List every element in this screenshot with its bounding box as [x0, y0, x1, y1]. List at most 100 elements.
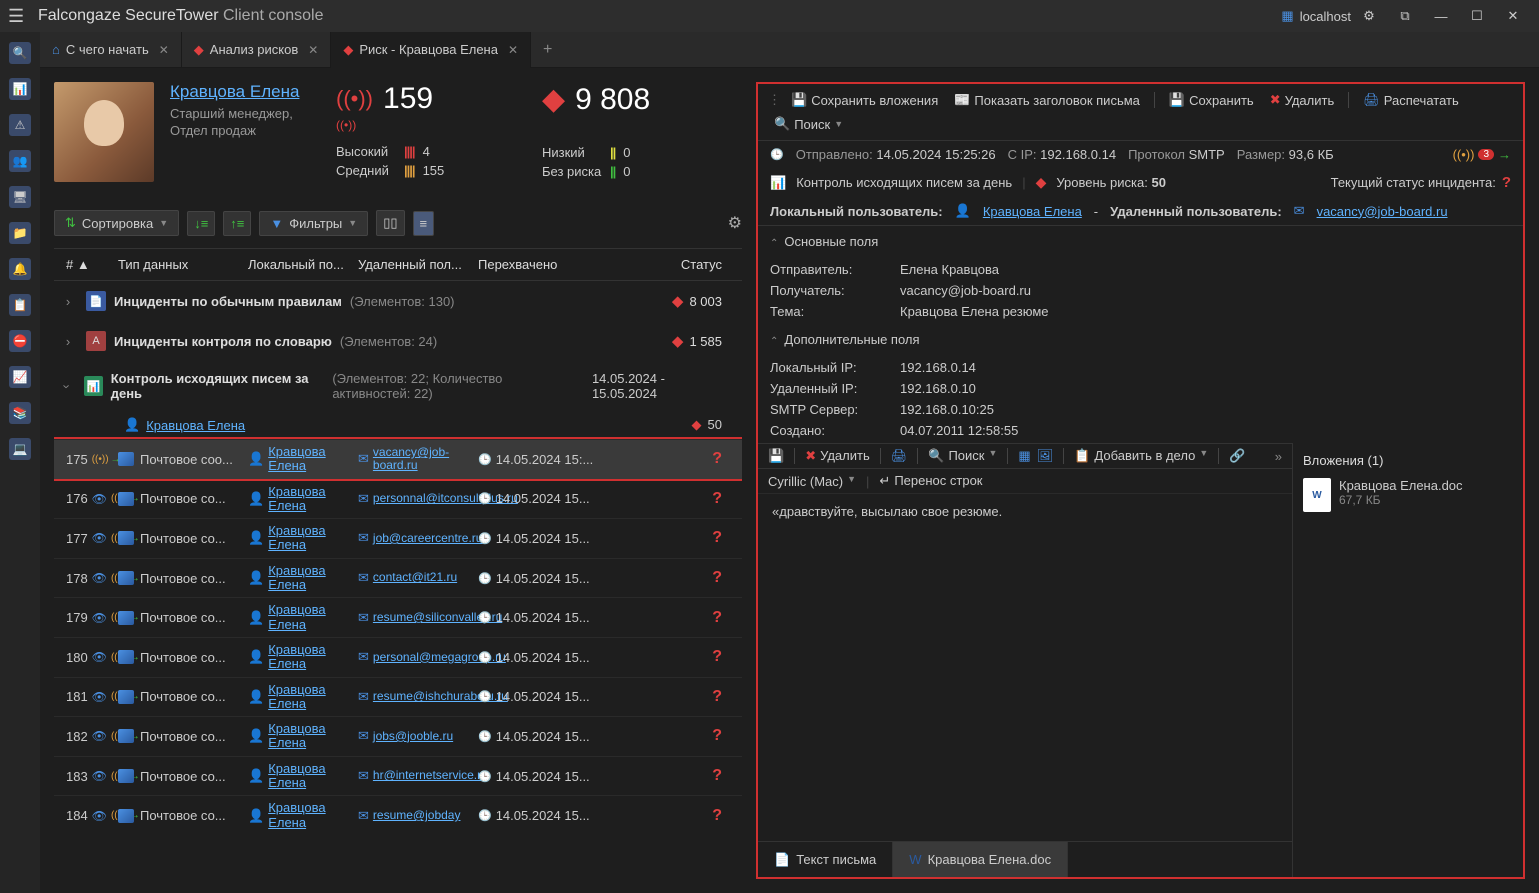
col-local[interactable]: Локальный по...: [248, 257, 358, 272]
save-icon[interactable]: 💾: [768, 448, 784, 464]
table-row[interactable]: 179👁((•))→Почтовое со...👤Кравцова Елена✉…: [54, 597, 742, 637]
section-toggle[interactable]: ⌃Дополнительные поля: [770, 328, 1511, 351]
tab-attachment[interactable]: WКравцова Елена.doc: [893, 842, 1068, 877]
view-list-button[interactable]: ≡: [413, 211, 435, 236]
rail-icon-3[interactable]: ⚠: [9, 114, 31, 136]
row-status-icon[interactable]: ?: [598, 688, 738, 706]
group-row[interactable]: › A Инциденты контроля по словарю (Элеме…: [54, 321, 742, 361]
section-toggle[interactable]: ⌃Основные поля: [770, 230, 1511, 253]
expand-icon[interactable]: ›: [58, 294, 78, 309]
table-row[interactable]: 177👁((•))→Почтовое со...👤Кравцова Елена✉…: [54, 518, 742, 558]
forward-icon[interactable]: →: [1498, 147, 1511, 162]
minimize-icon[interactable]: —: [1423, 9, 1459, 24]
table-row[interactable]: 175((•))→Почтовое соо...👤Кравцова Елена✉…: [54, 439, 742, 479]
menu-icon[interactable]: ☰: [8, 6, 32, 27]
remote-link[interactable]: job@careercentre.ru: [373, 532, 483, 545]
local-user-link[interactable]: Кравцова Елена: [268, 683, 358, 712]
group-row[interactable]: › 📊 Контроль исходящих писем за день (Эл…: [54, 361, 742, 411]
sort-button[interactable]: ⇅Сортировка▼: [54, 210, 179, 236]
delete-button[interactable]: ✖Удалить: [1264, 90, 1341, 110]
search-button[interactable]: 🔍Поиск▼: [768, 114, 849, 134]
col-date[interactable]: Перехвачено: [478, 257, 598, 272]
maximize-icon[interactable]: ☐: [1459, 8, 1495, 24]
sort-asc-button[interactable]: ↓≡: [187, 211, 215, 236]
expand-icon[interactable]: ›: [60, 377, 75, 395]
expand-icon[interactable]: ›: [58, 334, 78, 349]
local-user-link[interactable]: Кравцова Елена: [268, 801, 358, 830]
rail-icon-12[interactable]: 💻: [9, 438, 31, 460]
table-row[interactable]: 182👁((•))→Почтовое со...👤Кравцова Елена✉…: [54, 716, 742, 756]
attachment-item[interactable]: W Кравцова Елена.doc 67,7 КБ: [1303, 478, 1513, 512]
table-row[interactable]: 180👁((•))→Почтовое со...👤Кравцова Елена✉…: [54, 637, 742, 677]
table-row[interactable]: 183👁((•))→Почтовое со...👤Кравцова Елена✉…: [54, 756, 742, 796]
rail-icon-11[interactable]: 📚: [9, 402, 31, 424]
tab-start[interactable]: ⌂С чего начать✕: [40, 32, 182, 68]
table-row[interactable]: 178👁((•))→Почтовое со...👤Кравцова Елена✉…: [54, 558, 742, 598]
row-status-icon[interactable]: ?: [598, 569, 738, 587]
col-type[interactable]: Тип данных: [118, 257, 248, 272]
table-row[interactable]: 184👁((•))→Почтовое со...👤Кравцова Елена✉…: [54, 795, 742, 835]
remote-user-link[interactable]: vacancy@job-board.ru: [1317, 204, 1448, 219]
local-user-link[interactable]: Кравцова Елена: [268, 564, 358, 593]
row-status-icon[interactable]: ?: [598, 807, 738, 825]
tab-close-icon[interactable]: ✕: [159, 43, 169, 57]
remote-link[interactable]: vacancy@job-board.ru: [373, 446, 478, 472]
search-body-button[interactable]: 🔍Поиск▼: [928, 448, 997, 464]
rail-icon-8[interactable]: 📋: [9, 294, 31, 316]
remote-link[interactable]: jobs@jooble.ru: [373, 730, 453, 743]
row-status-icon[interactable]: ?: [598, 767, 738, 785]
group-user-link[interactable]: Кравцова Елена: [146, 418, 245, 433]
user-name-link[interactable]: Кравцова Елена: [170, 82, 320, 102]
table-body[interactable]: › 📄 Инциденты по обычным правилам (Элеме…: [54, 281, 742, 879]
remote-link[interactable]: contact@it21.ru: [373, 571, 457, 584]
close-icon[interactable]: ✕: [1495, 8, 1531, 24]
tab-text[interactable]: 📄Текст письма: [758, 842, 893, 877]
rail-icon-4[interactable]: 👥: [9, 150, 31, 172]
local-user-link[interactable]: Кравцова Елена: [268, 524, 358, 553]
message-body[interactable]: «дравствуйте, высылаю свое резюме.: [758, 494, 1292, 841]
nav-icon[interactable]: ▦: [1018, 448, 1030, 464]
encoding-dropdown[interactable]: Cyrillic (Mac)▼: [768, 474, 856, 489]
tab-risk-analysis[interactable]: ◆Анализ рисков✕: [182, 32, 332, 68]
restore-icon[interactable]: ⧉: [1387, 8, 1423, 24]
wrap-toggle[interactable]: ↵Перенос строк: [879, 473, 982, 489]
save-button[interactable]: 💾Сохранить: [1163, 90, 1260, 110]
col-remote[interactable]: Удаленный пол...: [358, 257, 478, 272]
local-user-link[interactable]: Кравцова Елена: [268, 485, 358, 514]
local-user-link[interactable]: Кравцова Елена: [268, 643, 358, 672]
show-header-button[interactable]: 📰Показать заголовок письма: [948, 90, 1146, 110]
local-user-link[interactable]: Кравцова Елена: [983, 204, 1082, 219]
local-user-link[interactable]: Кравцова Елена: [268, 762, 358, 791]
print-icon[interactable]: 🖨: [891, 448, 908, 464]
tab-close-icon[interactable]: ✕: [308, 43, 318, 57]
rail-icon-6[interactable]: 📁: [9, 222, 31, 244]
row-status-icon[interactable]: ?: [598, 450, 738, 468]
local-user-link[interactable]: Кравцова Елена: [268, 445, 358, 474]
rail-icon-9[interactable]: ⛔: [9, 330, 31, 352]
group-row[interactable]: › 📄 Инциденты по обычным правилам (Элеме…: [54, 281, 742, 321]
link-icon[interactable]: 🔗: [1229, 448, 1245, 464]
row-status-icon[interactable]: ?: [598, 490, 738, 508]
table-row[interactable]: 181👁((•))→Почтовое со...👤Кравцова Елена✉…: [54, 677, 742, 717]
rail-icon-1[interactable]: 🔍: [9, 42, 31, 64]
row-status-icon[interactable]: ?: [598, 727, 738, 745]
print-button[interactable]: 🖨Распечатать: [1357, 90, 1465, 110]
row-status-icon[interactable]: ?: [598, 609, 738, 627]
settings-icon[interactable]: ⚙: [1351, 8, 1387, 24]
remote-link[interactable]: resume@jobday: [373, 809, 461, 822]
rail-icon-2[interactable]: 📊: [9, 78, 31, 100]
local-user-link[interactable]: Кравцова Елена: [268, 722, 358, 751]
image-icon[interactable]: 🖼: [1037, 448, 1054, 464]
rail-icon-10[interactable]: 📈: [9, 366, 31, 388]
tab-close-icon[interactable]: ✕: [508, 43, 518, 57]
table-row[interactable]: 176👁((•))→Почтовое со...👤Кравцова Елена✉…: [54, 479, 742, 519]
gear-icon[interactable]: ⚙: [728, 213, 742, 233]
rail-icon-7[interactable]: 🔔: [9, 258, 31, 280]
sort-desc-button[interactable]: ↑≡: [223, 211, 251, 236]
view-cards-button[interactable]: ▯▯: [376, 210, 404, 236]
rail-icon-5[interactable]: 🖥: [9, 186, 31, 208]
status-unknown-icon[interactable]: ?: [1502, 174, 1511, 191]
local-user-link[interactable]: Кравцова Елена: [268, 603, 358, 632]
tab-risk-user[interactable]: ◆Риск - Кравцова Елена✕: [331, 32, 531, 68]
expand-toolbar-icon[interactable]: »: [1275, 449, 1282, 464]
